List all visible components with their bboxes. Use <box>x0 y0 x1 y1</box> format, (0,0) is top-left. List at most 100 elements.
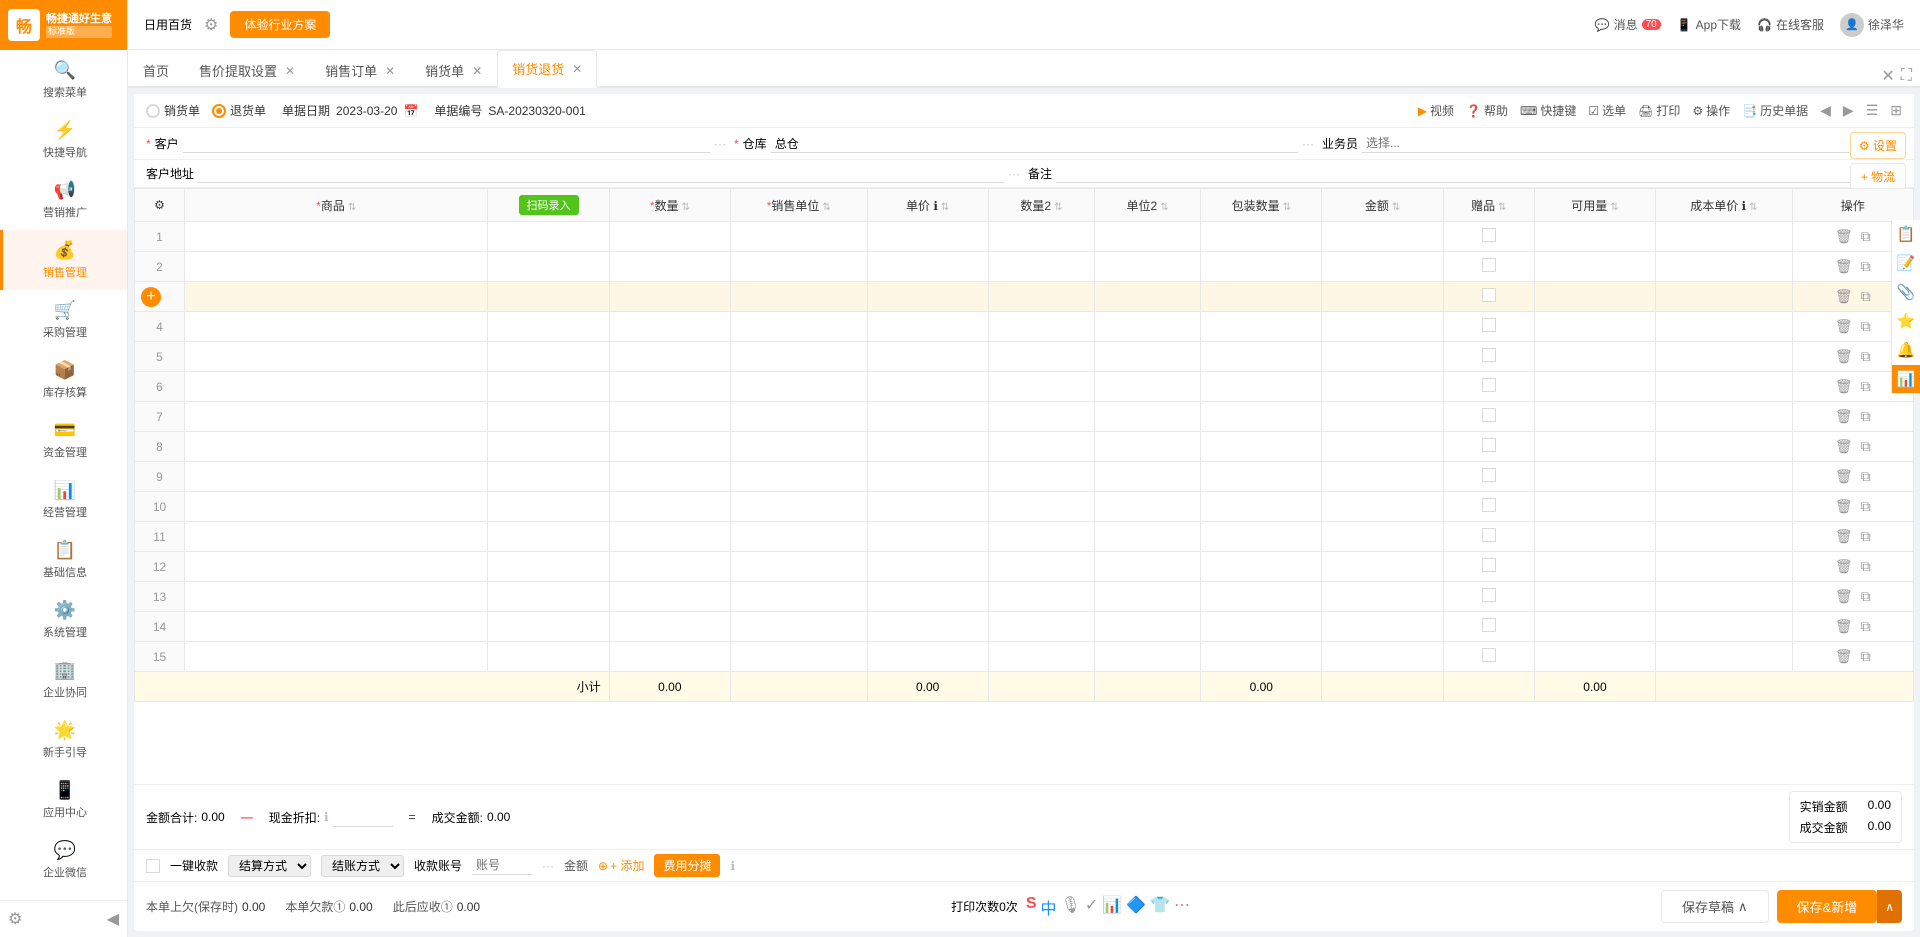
cell-qty2-12[interactable] <box>988 552 1094 582</box>
sort-unit-icon[interactable]: ⇅ <box>822 202 830 213</box>
cell-qty2-1[interactable] <box>988 222 1094 252</box>
goods-input-15[interactable] <box>191 650 481 664</box>
online-service-btn[interactable]: 🎧 在线客服 <box>1757 16 1824 33</box>
toolbar-icon-4[interactable]: ✓ <box>1085 895 1098 919</box>
cell-qty2-13[interactable] <box>988 582 1094 612</box>
cell-cost-10[interactable] <box>1656 492 1792 522</box>
copy-row-4-btn[interactable]: ⧉ <box>1859 316 1873 337</box>
cell-cost-12[interactable] <box>1656 552 1792 582</box>
history-prev-icon[interactable]: ◀ <box>1820 102 1831 119</box>
cell-price-11[interactable] <box>867 522 988 552</box>
cell-unit-5[interactable] <box>731 342 867 372</box>
sidebar-item-basic-info[interactable]: 📋基础信息 <box>0 530 127 590</box>
salesman-input[interactable] <box>1362 134 1886 152</box>
cell-amount-8[interactable] <box>1322 432 1443 462</box>
right-icon-4[interactable]: ⭐ <box>1892 307 1920 335</box>
cell-qty-1[interactable] <box>609 222 730 252</box>
cell-unit2-7[interactable] <box>1094 402 1200 432</box>
sidebar-item-inventory[interactable]: 📦库存核算 <box>0 350 127 410</box>
remark-input[interactable] <box>1056 164 1902 182</box>
tab-sales-delivery-close-icon[interactable]: ✕ <box>472 64 482 78</box>
sort-pack-icon[interactable]: ⇅ <box>1283 202 1291 213</box>
cell-price-7[interactable] <box>867 402 988 432</box>
delete-row-5-btn[interactable]: 🗑 <box>1833 346 1855 367</box>
sidebar-collapse-icon[interactable]: ◀ <box>107 909 119 929</box>
toolbar-icon-8[interactable]: ⋯ <box>1174 895 1190 919</box>
tab-sales-delivery[interactable]: 销货单✕ <box>410 52 497 88</box>
sidebar-item-quick-nav[interactable]: ⚡快捷导航 <box>0 110 127 170</box>
gift-checkbox-8[interactable] <box>1482 438 1496 452</box>
scan-btn[interactable]: 扫码录入 <box>519 195 579 215</box>
cell-qty2-9[interactable] <box>988 462 1094 492</box>
cell-pack-6[interactable] <box>1201 372 1322 402</box>
cell-goods-4[interactable] <box>185 312 488 342</box>
cell-qty-4[interactable] <box>609 312 730 342</box>
sort-unit2-icon[interactable]: ⇅ <box>1160 202 1168 213</box>
cell-unit2-2[interactable] <box>1094 252 1200 282</box>
save-draft-btn[interactable]: 保存草稿 ∧ <box>1661 890 1769 923</box>
copy-row-3-btn[interactable]: ⧉ <box>1859 286 1873 307</box>
cell-goods-11[interactable] <box>185 522 488 552</box>
sidebar-item-wechat[interactable]: 💬企业微信 <box>0 830 127 890</box>
goods-input-7[interactable] <box>191 410 481 424</box>
cell-qty-7[interactable] <box>609 402 730 432</box>
cell-amount-14[interactable] <box>1322 612 1443 642</box>
tab-home[interactable]: 首页 <box>128 52 184 88</box>
cell-qty2-5[interactable] <box>988 342 1094 372</box>
toolbar-icon-1[interactable]: S <box>1026 895 1037 919</box>
goods-input-11[interactable] <box>191 530 481 544</box>
cell-goods-12[interactable] <box>185 552 488 582</box>
gift-checkbox-11[interactable] <box>1482 528 1496 542</box>
copy-row-7-btn[interactable]: ⧉ <box>1859 406 1873 427</box>
calendar-icon[interactable]: 📅 <box>403 104 418 118</box>
delete-row-11-btn[interactable]: 🗑 <box>1833 526 1855 547</box>
goods-input-5[interactable] <box>191 350 481 364</box>
discount-input[interactable] <box>333 808 393 827</box>
radio-sales-return[interactable]: 退货单 <box>212 102 266 119</box>
cell-available-15[interactable] <box>1534 642 1655 672</box>
tab-price-settings-close-icon[interactable]: ✕ <box>285 64 295 78</box>
cell-goods-9[interactable] <box>185 462 488 492</box>
cell-qty2-7[interactable] <box>988 402 1094 432</box>
gift-checkbox-14[interactable] <box>1482 618 1496 632</box>
cell-goods-7[interactable] <box>185 402 488 432</box>
sidebar-item-marketing[interactable]: 📢营销推广 <box>0 170 127 230</box>
cell-cost-6[interactable] <box>1656 372 1792 402</box>
cell-qty-13[interactable] <box>609 582 730 612</box>
customer-input[interactable] <box>183 134 710 152</box>
cell-unit2-1[interactable] <box>1094 222 1200 252</box>
history-action[interactable]: 📑 历史单据 <box>1742 102 1808 119</box>
cell-goods-5[interactable] <box>185 342 488 372</box>
cell-cost-15[interactable] <box>1656 642 1792 672</box>
goods-input-2[interactable] <box>191 260 481 274</box>
cell-price-9[interactable] <box>867 462 988 492</box>
cell-amount-4[interactable] <box>1322 312 1443 342</box>
sidebar-item-system[interactable]: ⚙️系统管理 <box>0 590 127 650</box>
cell-unit2-6[interactable] <box>1094 372 1200 402</box>
gift-checkbox-9[interactable] <box>1482 468 1496 482</box>
tab-sales-return-close-icon[interactable]: ✕ <box>572 62 582 76</box>
cell-cost-11[interactable] <box>1656 522 1792 552</box>
video-action[interactable]: ▶ 视频 <box>1418 102 1454 119</box>
cell-pack-2[interactable] <box>1201 252 1322 282</box>
right-icon-6[interactable]: 📊 <box>1892 365 1920 393</box>
sidebar-item-enterprise[interactable]: 🏢企业协同 <box>0 650 127 710</box>
cell-unit-14[interactable] <box>731 612 867 642</box>
cell-amount-5[interactable] <box>1322 342 1443 372</box>
delete-row-8-btn[interactable]: 🗑 <box>1833 436 1855 457</box>
goods-input-12[interactable] <box>191 560 481 574</box>
cell-qty2-3[interactable] <box>988 282 1094 312</box>
cell-unit2-13[interactable] <box>1094 582 1200 612</box>
delete-row-12-btn[interactable]: 🗑 <box>1833 556 1855 577</box>
cell-pack-8[interactable] <box>1201 432 1322 462</box>
cell-goods-14[interactable] <box>185 612 488 642</box>
delete-row-9-btn[interactable]: 🗑 <box>1833 466 1855 487</box>
cell-unit-3[interactable] <box>731 282 867 312</box>
message-btn[interactable]: 💬 消息 70 <box>1595 16 1661 33</box>
cell-qty-10[interactable] <box>609 492 730 522</box>
cell-qty2-2[interactable] <box>988 252 1094 282</box>
goods-input-10[interactable] <box>191 500 481 514</box>
delete-row-13-btn[interactable]: 🗑 <box>1833 586 1855 607</box>
sort-qty-icon[interactable]: ⇅ <box>682 202 690 213</box>
copy-row-5-btn[interactable]: ⧉ <box>1859 346 1873 367</box>
